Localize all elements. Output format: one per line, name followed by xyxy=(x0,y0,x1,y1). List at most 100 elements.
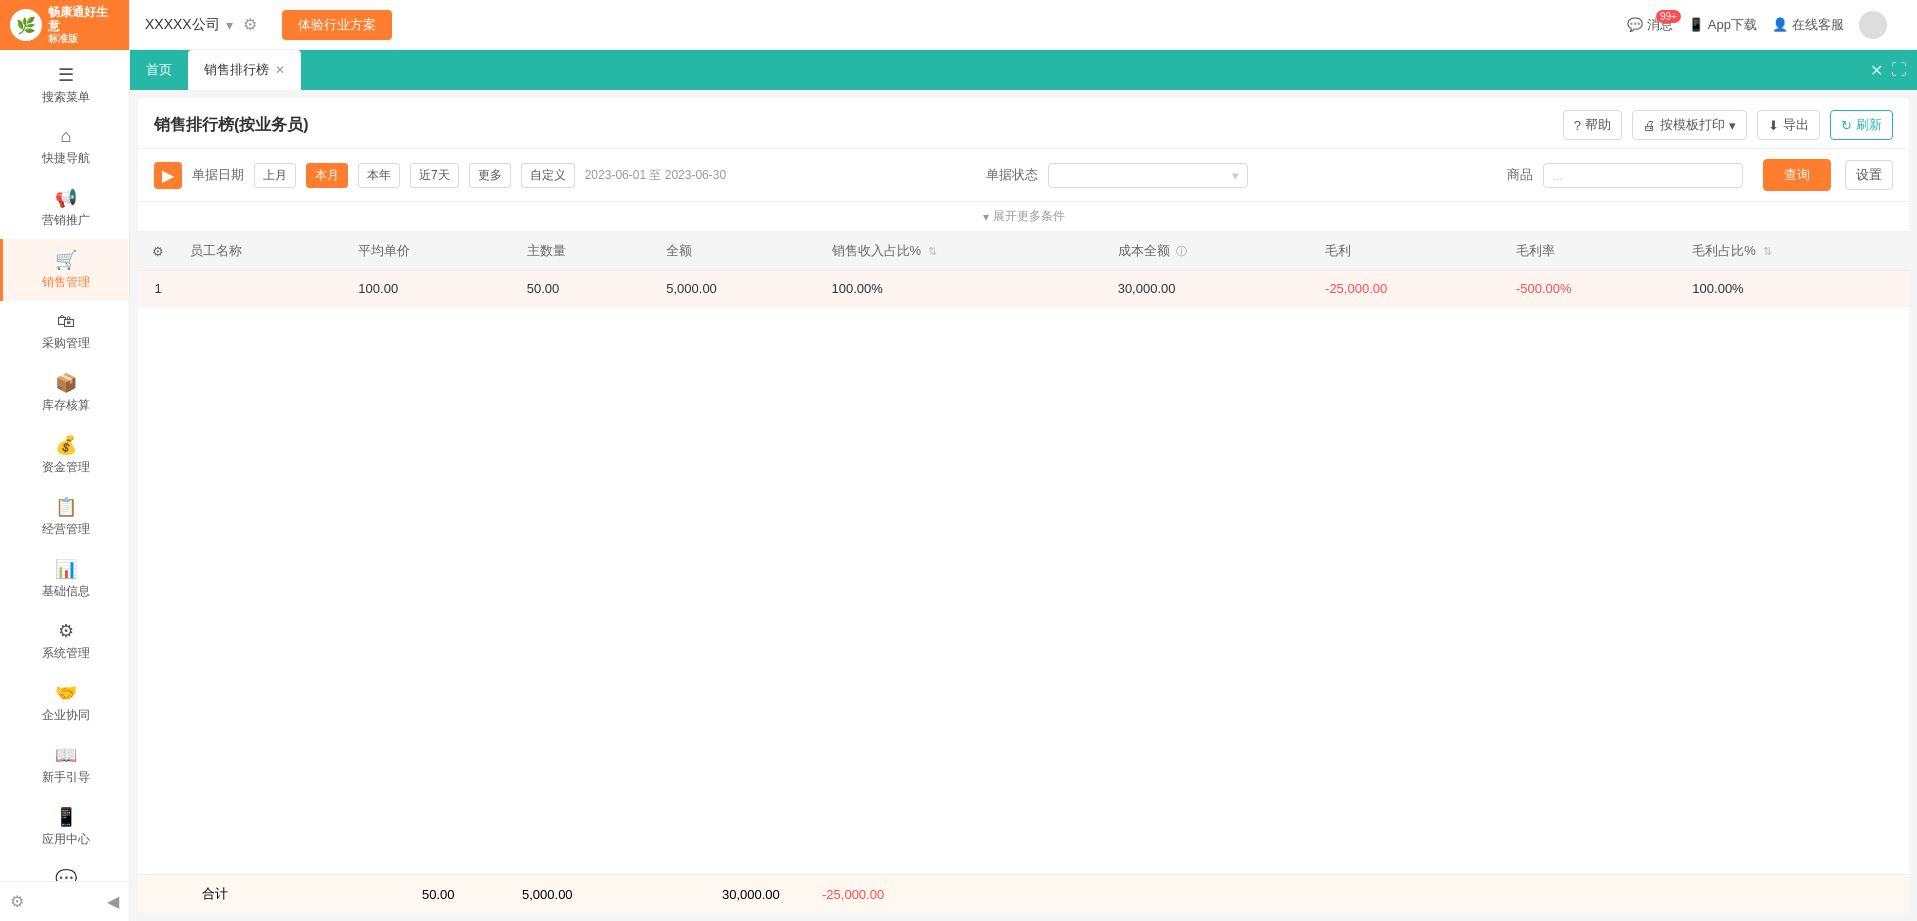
table-row: 1 100.00 50.00 5,000.00 100.00% 30,000.0… xyxy=(138,271,1909,307)
search-menu-icon: ☰ xyxy=(58,64,74,86)
sidebar-label-purchase: 采购管理 xyxy=(42,335,90,352)
inventory-icon: 📦 xyxy=(55,372,77,394)
online-service-label: 在线客服 xyxy=(1792,16,1844,34)
print-btn[interactable]: 🖨 按模板打印 ▾ xyxy=(1632,110,1747,140)
home-icon: ⌂ xyxy=(61,126,72,147)
tab-maximize-btn[interactable]: ⛶ xyxy=(1891,61,1907,79)
sidebar-label-finance: 资金管理 xyxy=(42,459,90,476)
avatar[interactable] xyxy=(1859,11,1887,39)
date-btn-7days[interactable]: 近7天 xyxy=(410,163,459,188)
help-btn[interactable]: ? 帮助 xyxy=(1563,110,1622,140)
sidebar-nav: ☰ 搜索菜单 ⌂ 快捷导航 📢 营销推广 🛒 销售管理 🛍 采购管理 📦 库存核… xyxy=(0,50,129,881)
sidebar: 🌿 畅康通好生意 标准版 ☰ 搜索菜单 ⌂ 快捷导航 📢 营销推广 🛒 销售管理… xyxy=(0,0,130,921)
tab-close-icon[interactable]: ✕ xyxy=(275,63,285,77)
cell-name xyxy=(178,271,346,307)
sidebar-item-basic-info[interactable]: 📊 基础信息 xyxy=(0,548,129,610)
info-icon-cost[interactable]: ⓘ xyxy=(1176,245,1187,257)
sidebar-item-inventory[interactable]: 📦 库存核算 xyxy=(0,362,129,424)
sort-icon-gross-pct[interactable]: ⇅ xyxy=(1763,245,1772,257)
sidebar-item-enterprise[interactable]: 🤝 企业协同 xyxy=(0,672,129,734)
tab-sales-ranking-label: 销售排行榜 xyxy=(204,61,269,79)
page-actions: ? 帮助 🖨 按模板打印 ▾ ⬇ 导出 ↻ 刷新 xyxy=(1563,110,1893,140)
expand-more-icon: ▾ xyxy=(983,210,989,224)
industry-btn[interactable]: 体验行业方案 xyxy=(282,10,392,40)
system-icon: ⚙ xyxy=(58,620,74,642)
date-btn-custom[interactable]: 自定义 xyxy=(521,163,575,188)
sidebar-item-finance[interactable]: 💰 资金管理 xyxy=(0,424,129,486)
sidebar-collapse-icon[interactable]: ◀ xyxy=(107,892,119,911)
finance-icon: 💰 xyxy=(55,434,77,456)
query-btn[interactable]: 查询 xyxy=(1763,159,1831,191)
collapse-arrow-icon: ▶ xyxy=(162,166,174,185)
app-name: 畅康通好生意 xyxy=(48,5,119,34)
status-filter-label: 单据状态 xyxy=(986,166,1038,184)
online-service-item[interactable]: 👤 在线客服 xyxy=(1772,16,1844,34)
sidebar-item-quick-nav[interactable]: ⌂ 快捷导航 xyxy=(0,116,129,177)
goods-filter-select[interactable]: ... xyxy=(1543,163,1743,188)
print-label: 按模板打印 xyxy=(1660,116,1725,134)
tab-home-label: 首页 xyxy=(146,61,172,79)
sidebar-item-wechat[interactable]: 💬 企业微信 xyxy=(0,858,129,881)
sidebar-item-guide[interactable]: 📖 新手引导 xyxy=(0,734,129,796)
table-container: ⚙ 员工名称 平均单价 主数量 全额 xyxy=(138,232,1909,874)
sidebar-item-search[interactable]: ☰ 搜索菜单 xyxy=(0,54,129,116)
tab-bar: 首页 销售排行榜 ✕ ✕ ⛶ xyxy=(130,50,1917,90)
cell-cost: 30,000.00 xyxy=(1106,271,1313,307)
col-settings[interactable]: ⚙ xyxy=(138,232,178,271)
tab-home[interactable]: 首页 xyxy=(130,50,188,90)
date-btn-this-year[interactable]: 本年 xyxy=(358,163,400,188)
sidebar-label-guide: 新手引导 xyxy=(42,769,90,786)
footer-amount: 5,000.00 xyxy=(510,887,610,902)
refresh-btn[interactable]: ↻ 刷新 xyxy=(1830,110,1893,140)
tab-sales-ranking[interactable]: 销售排行榜 ✕ xyxy=(188,50,301,90)
print-icon: 🖨 xyxy=(1643,118,1656,133)
sidebar-item-operations[interactable]: 📋 经营管理 xyxy=(0,486,129,548)
message-item[interactable]: 💬 消息 99+ xyxy=(1627,16,1673,34)
goods-filter-label: 商品 xyxy=(1507,166,1533,184)
collapse-filter-btn[interactable]: ▶ xyxy=(154,162,182,189)
wechat-icon: 💬 xyxy=(55,868,77,881)
date-btn-last-month[interactable]: 上月 xyxy=(254,163,296,188)
date-btn-this-month[interactable]: 本月 xyxy=(306,163,348,188)
message-icon: 💬 xyxy=(1627,17,1643,32)
message-badge: 99+ xyxy=(1656,10,1681,23)
export-btn[interactable]: ⬇ 导出 xyxy=(1757,110,1820,140)
app-download-item[interactable]: 📱 App下载 xyxy=(1688,16,1757,34)
tab-close-window-btn[interactable]: ✕ xyxy=(1870,61,1883,80)
filter-bar: ▶ 单据日期 上月 本月 本年 近7天 更多 自定义 2023-06-01 至 … xyxy=(138,149,1909,202)
status-filter-select[interactable]: ▾ xyxy=(1048,163,1248,188)
app-center-icon: 📱 xyxy=(55,806,77,828)
sidebar-item-purchase[interactable]: 🛍 采购管理 xyxy=(0,301,129,362)
col-gross-pct: 毛利占比% ⇅ xyxy=(1680,232,1909,271)
sidebar-settings-icon[interactable]: ⚙ xyxy=(10,892,24,911)
refresh-label: 刷新 xyxy=(1856,116,1882,134)
date-btn-more[interactable]: 更多 xyxy=(469,163,511,188)
sidebar-label-basic-info: 基础信息 xyxy=(42,583,90,600)
col-avg-price: 平均单价 xyxy=(346,232,514,271)
app-logo: 🌿 畅康通好生意 标准版 xyxy=(0,0,129,50)
sidebar-item-marketing[interactable]: 📢 营销推广 xyxy=(0,177,129,239)
company-dropdown-icon: ▾ xyxy=(226,17,233,33)
sidebar-item-sales[interactable]: 🛒 销售管理 xyxy=(0,239,129,301)
col-sales-pct: 销售收入占比% ⇅ xyxy=(820,232,1106,271)
app-download-label: App下载 xyxy=(1708,16,1757,34)
sidebar-item-app-center[interactable]: 📱 应用中心 xyxy=(0,796,129,858)
company-name: XXXXX公司 xyxy=(145,16,220,34)
settings-btn[interactable]: 设置 xyxy=(1845,160,1893,190)
sort-icon-sales-pct[interactable]: ⇅ xyxy=(928,245,937,257)
expand-more-btn[interactable]: ▾ 展开更多条件 xyxy=(983,208,1065,225)
basic-info-icon: 📊 xyxy=(55,558,77,580)
marketing-icon: 📢 xyxy=(55,187,77,209)
footer-gross: -25,000.00 xyxy=(810,887,910,902)
sidebar-item-system[interactable]: ⚙ 系统管理 xyxy=(0,610,129,672)
sidebar-label-app-center: 应用中心 xyxy=(42,831,90,848)
date-filter-label: 单据日期 xyxy=(192,166,244,184)
company-selector[interactable]: XXXXX公司 ▾ xyxy=(145,16,233,34)
sidebar-label-inventory: 库存核算 xyxy=(42,397,90,414)
col-qty: 主数量 xyxy=(515,232,655,271)
app-version: 标准版 xyxy=(48,33,119,45)
cell-gross: -25,000.00 xyxy=(1313,271,1504,307)
cell-qty: 50.00 xyxy=(515,271,655,307)
settings-gear-btn[interactable]: ⚙ xyxy=(243,15,257,34)
sidebar-label-search: 搜索菜单 xyxy=(42,89,90,106)
